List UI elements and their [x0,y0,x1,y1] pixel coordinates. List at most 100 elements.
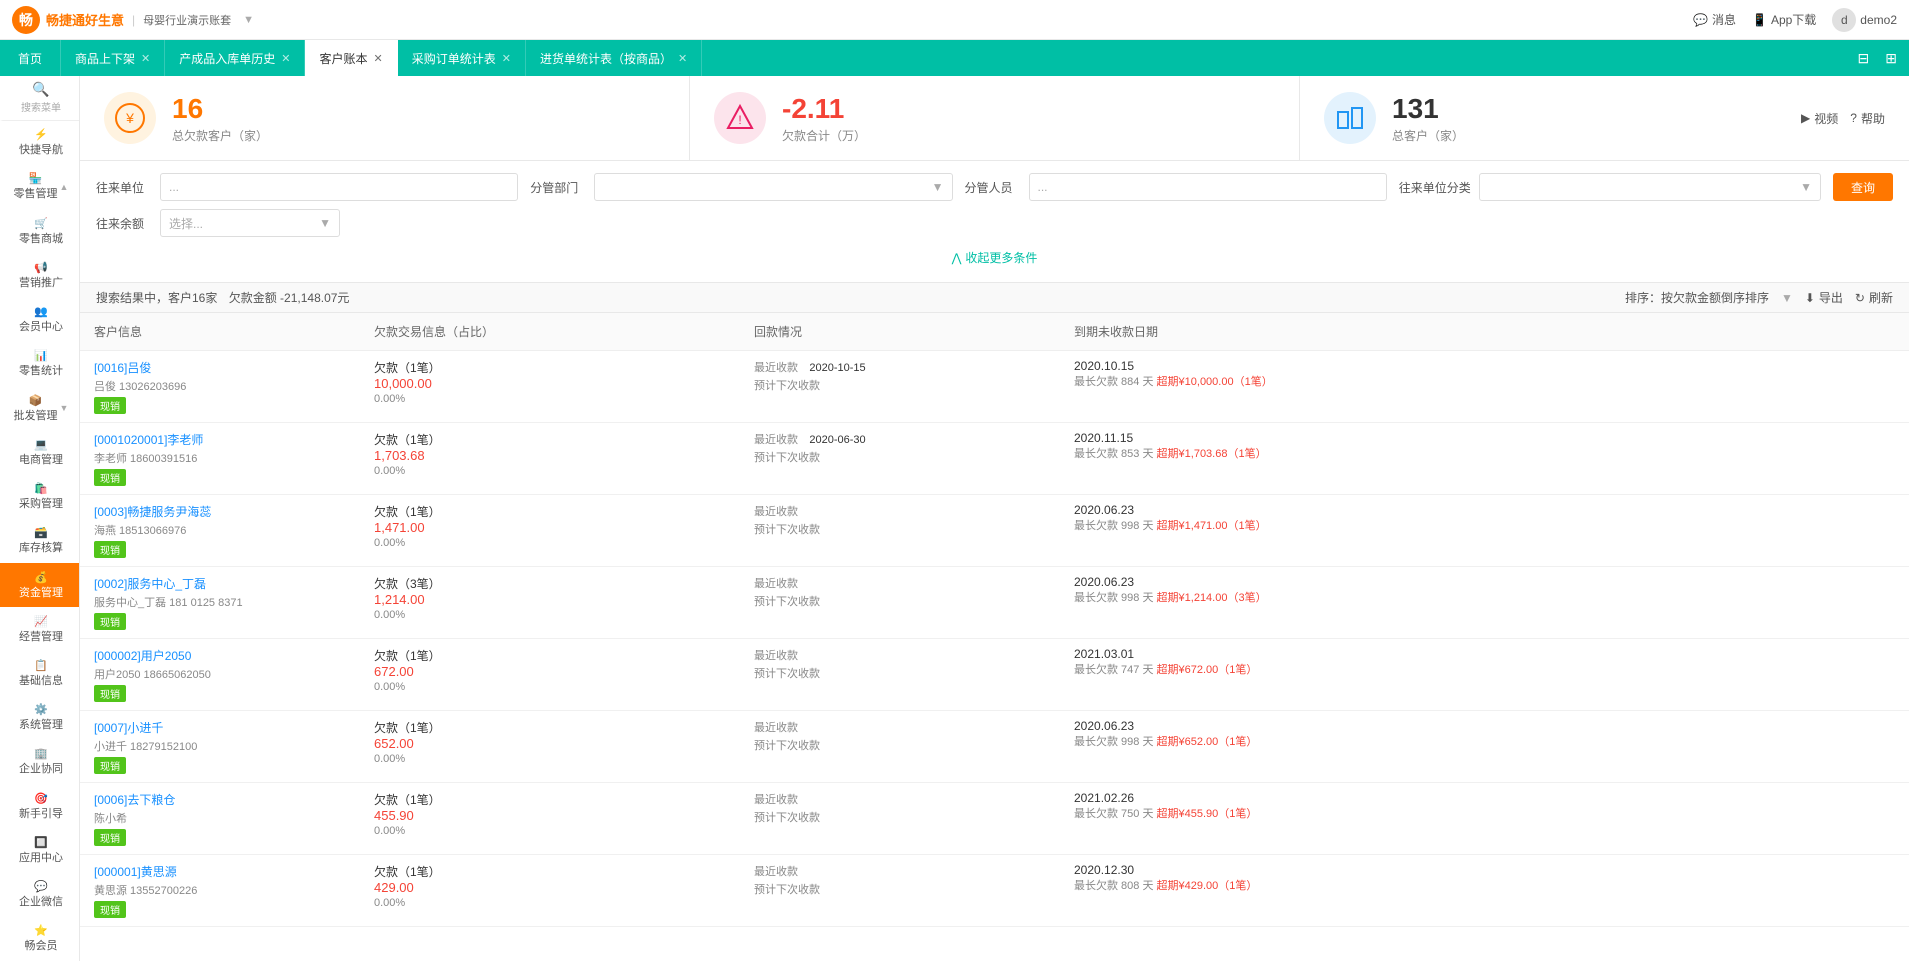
tab-stock[interactable]: 产成品入库单历史 ✕ [165,40,305,76]
sidebar-item-system-mgmt[interactable]: ⚙️ 系统管理 [0,696,79,740]
export-btn[interactable]: ⬇ 导出 [1805,289,1843,306]
repayment-cell: 最近收款 预计下次收款 [740,711,1060,783]
sidebar-item-finance[interactable]: 💰 资金管理 [0,563,79,607]
next-repayment: 预计下次收款 [754,521,1046,537]
overdue-amount-link[interactable]: 超期¥10,000.00（1笔） [1157,376,1273,388]
view-video-btn[interactable]: ▶ 视频 [1801,110,1838,127]
due-date: 2020.06.23 [1074,719,1895,733]
tab-close-inbound[interactable]: ✕ [678,52,687,65]
overdue-amount-link[interactable]: 超期¥455.90（1笔） [1157,808,1258,820]
customer-name-link[interactable]: [0007]小进千 [94,719,346,736]
customer-badge: 现销 [94,541,126,558]
sidebar-item-marketing[interactable]: 📢 营销推广 [0,253,79,297]
brand-subtitle: 母婴行业演示账套 [143,12,231,28]
sidebar-item-retail-mall[interactable]: 🛒 零售商城 [0,209,79,253]
debt-amount[interactable]: 1,471.00 [374,520,726,535]
tab-purchase[interactable]: 采购订单统计表 ✕ [398,40,526,76]
overdue-amount-link[interactable]: 超期¥672.00（1笔） [1157,664,1258,676]
collapse-btn[interactable]: ⋀ 收起更多条件 [96,245,1893,270]
sidebar-item-wechat[interactable]: 💬 企业微信 [0,873,79,917]
sidebar-item-enterprise[interactable]: 🏢 企业协同 [0,740,79,784]
table-row: [000001]黄思源 黄思源 13552700226 现销 欠款（1笔） 42… [80,855,1909,927]
retail-mall-icon: 🛒 [34,217,48,230]
overdue-amount-link[interactable]: 超期¥652.00（1笔） [1157,736,1258,748]
overdue-amount-link[interactable]: 超期¥1,214.00（3笔） [1157,592,1267,604]
due-date: 2020.06.23 [1074,575,1895,589]
help-btn[interactable]: ? 帮助 [1850,110,1885,127]
customer-contact: 服务中心_丁磊 181 0125 8371 [94,594,346,610]
tab-inbound[interactable]: 进货单统计表（按商品） ✕ [526,40,702,76]
debt-amount[interactable]: 652.00 [374,736,726,751]
overdue-amount-link[interactable]: 超期¥429.00（1笔） [1157,880,1258,892]
result-actions: 排序：按欠款金额倒序排序 ▼ ⬇ 导出 ↻ 刷新 [1625,289,1893,306]
debt-total-icon: ! [714,92,766,144]
tab-close-stock[interactable]: ✕ [281,52,290,65]
customer-name-link[interactable]: [000002]用户2050 [94,647,346,664]
overdue-amount-link[interactable]: 超期¥1,703.68（1笔） [1157,448,1267,460]
debt-amount[interactable]: 429.00 [374,880,726,895]
debt-amount[interactable]: 455.90 [374,808,726,823]
total-customers-value: 131 [1392,93,1464,125]
member-vip-icon: ⭐ [34,924,48,937]
overdue-amount-link[interactable]: 超期¥1,471.00（1笔） [1157,520,1267,532]
sidebar-item-apps[interactable]: 🔲 应用中心 [0,828,79,872]
next-repayment: 预计下次收款 [754,881,1046,897]
message-btn[interactable]: 💬 消息 [1693,11,1736,28]
unit-type-chevron-icon: ▼ [1800,180,1812,194]
tab-customer[interactable]: 客户账本 ✕ [305,40,397,76]
search-btn[interactable]: 查询 [1833,173,1893,201]
sidebar-item-batch-mgmt[interactable]: 📦 批发管理 ▼ [0,386,79,430]
window-restore-btn[interactable]: ⊟ [1854,48,1874,69]
dept-select[interactable]: ▼ [594,173,952,201]
debt-amount[interactable]: 1,703.68 [374,448,726,463]
tab-close-products[interactable]: ✕ [141,52,150,65]
tab-close-customer[interactable]: ✕ [374,52,383,65]
customer-name-link[interactable]: [0002]服务中心_丁磊 [94,575,346,592]
debt-amount[interactable]: 10,000.00 [374,376,726,391]
person-ellipsis: ... [1038,180,1048,194]
user-avatar[interactable]: d demo2 [1832,8,1897,32]
sidebar-item-member[interactable]: 👥 会员中心 [0,298,79,342]
sort-label: 排序：按欠款金额倒序排序 [1625,289,1769,306]
sidebar-item-retail-stats[interactable]: 📊 零售统计 [0,342,79,386]
dept-label: 分管部门 [530,179,586,196]
customer-name-link[interactable]: [0001020001]李老师 [94,431,346,448]
sidebar-item-inventory[interactable]: 🗃️ 库存核算 [0,519,79,563]
debt-amount[interactable]: 1,214.00 [374,592,726,607]
customer-name-link[interactable]: [0016]吕俊 [94,359,346,376]
sidebar-item-member-vip[interactable]: ⭐ 畅会员 [0,917,79,961]
tab-close-purchase[interactable]: ✕ [502,52,511,65]
due-date-cell: 2020.06.23 最长欠款 998 天 超期¥652.00（1笔） [1060,711,1909,783]
tab-products[interactable]: 商品上下架 ✕ [61,40,165,76]
sidebar-item-quick-nav[interactable]: ⚡ 快捷导航 [0,121,79,165]
refresh-btn[interactable]: ↻ 刷新 [1855,289,1893,306]
sidebar-item-search[interactable]: 🔍 搜索菜单 [0,76,79,121]
due-date: 2021.02.26 [1074,791,1895,805]
window-expand-btn[interactable]: ⊞ [1881,48,1901,69]
message-icon: 💬 [1693,13,1708,27]
person-input[interactable]: ... [1029,173,1387,201]
sidebar-item-ecom-mgmt[interactable]: 💻 电商管理 [0,430,79,474]
sidebar-item-purchase-mgmt[interactable]: 🛍️ 采购管理 [0,474,79,518]
source-unit-input[interactable]: ... [160,173,518,201]
debt-amount[interactable]: 672.00 [374,664,726,679]
debt-info-cell: 欠款（1笔） 10,000.00 0.00% [360,351,740,423]
debt-pct: 0.00% [374,753,726,765]
sidebar-item-basic-info[interactable]: 📋 基础信息 [0,651,79,695]
table-row: [0007]小进千 小进千 18279152100 现销 欠款（1笔） 652.… [80,711,1909,783]
tab-home[interactable]: 首页 [0,40,61,76]
due-date: 2021.03.01 [1074,647,1895,661]
customer-info-cell: [0002]服务中心_丁磊 服务中心_丁磊 181 0125 8371 现销 [80,567,360,639]
customer-name-link[interactable]: [0003]畅捷服务尹海蕊 [94,503,346,520]
filter-row-2: 往来余额 选择... ▼ [96,209,1893,237]
sidebar-item-newbie[interactable]: 🎯 新手引导 [0,784,79,828]
customer-name-link[interactable]: [0006]去下粮仓 [94,791,346,808]
balance-select[interactable]: 选择... ▼ [160,209,340,237]
sidebar-item-ops-mgmt[interactable]: 📈 经营管理 [0,607,79,651]
customer-name-link[interactable]: [000001]黄思源 [94,863,346,880]
app-download-btn[interactable]: 📱 App下载 [1752,11,1816,28]
marketing-icon: 📢 [34,261,48,274]
unit-type-select[interactable]: ▼ [1479,173,1821,201]
sidebar-item-retail-mgmt[interactable]: 🏪 零售管理 ▲ [0,165,79,209]
person-label: 分管人员 [965,179,1021,196]
